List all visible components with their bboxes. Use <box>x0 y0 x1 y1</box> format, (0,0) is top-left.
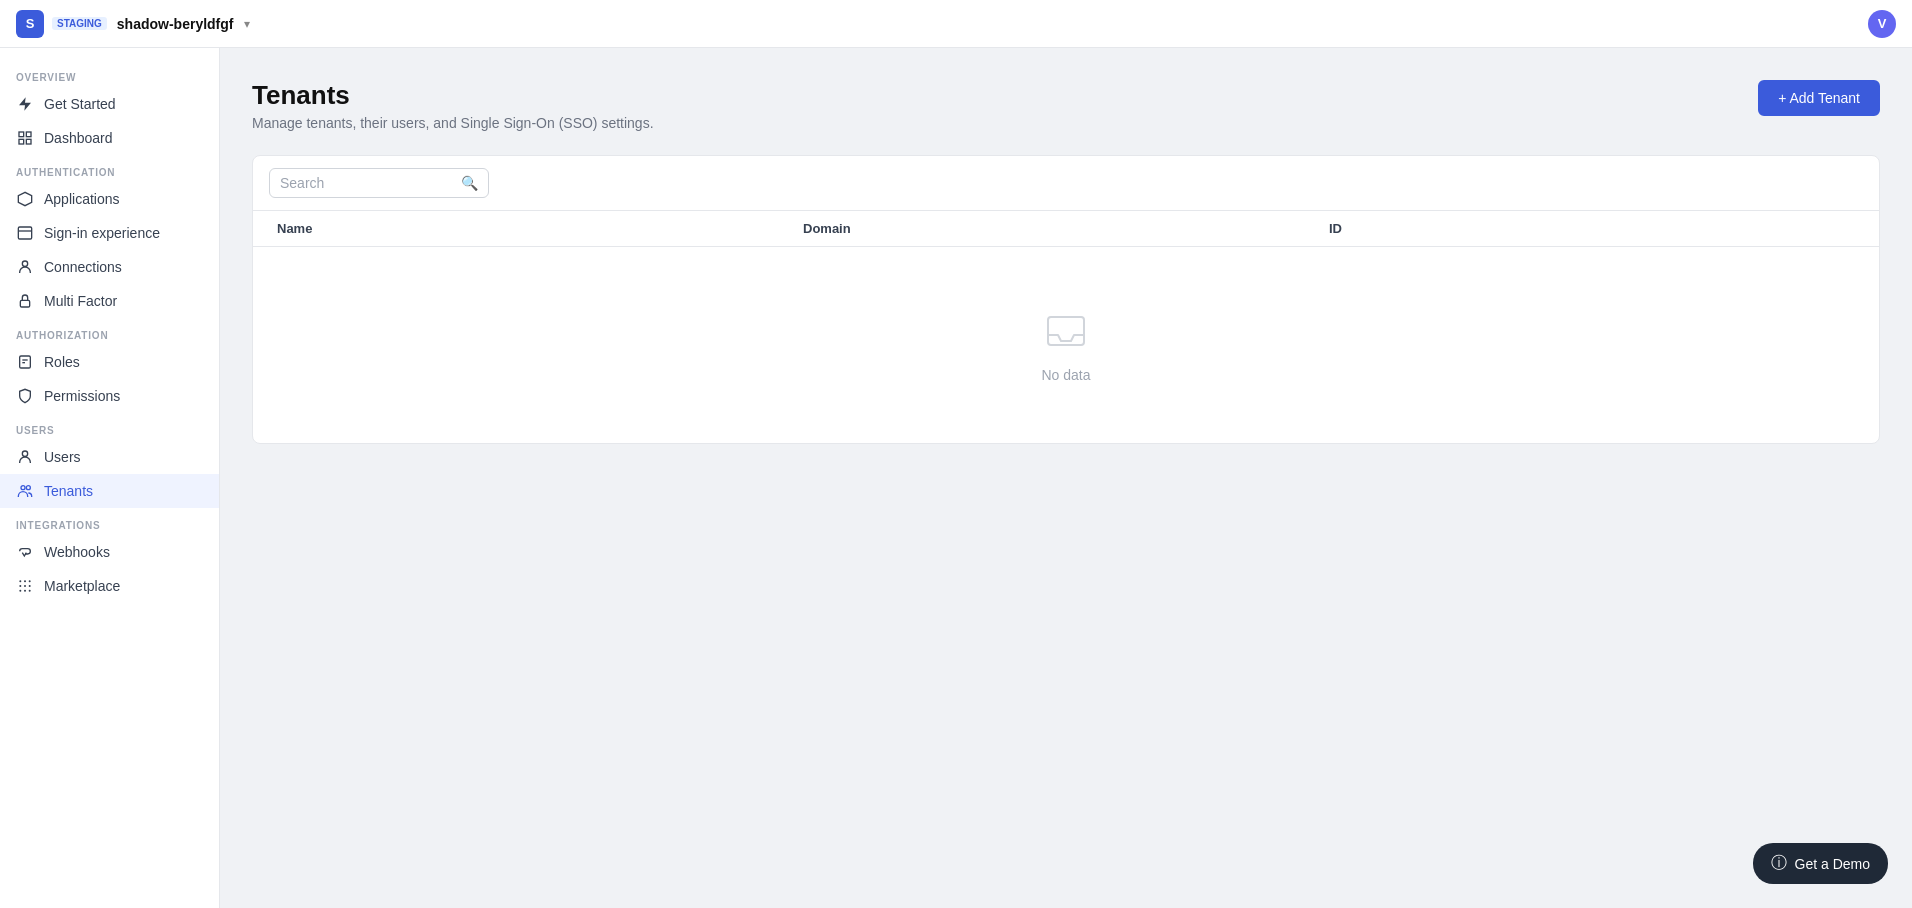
lightning-icon <box>16 95 34 113</box>
grid-icon <box>16 129 34 147</box>
topbar: S STAGING shadow-beryldfgf ▾ V <box>0 0 1912 48</box>
sidebar-item-connections[interactable]: Connections <box>0 250 219 284</box>
svg-rect-2 <box>19 139 24 144</box>
svg-rect-1 <box>26 132 31 137</box>
sidebar-item-multi-factor[interactable]: Multi Factor <box>0 284 219 318</box>
svg-point-17 <box>29 580 31 582</box>
empty-state: No data <box>253 247 1879 443</box>
sidebar-item-label-sign-in-experience: Sign-in experience <box>44 225 160 241</box>
org-name: shadow-beryldfgf <box>117 16 234 32</box>
table-header: Name Domain ID <box>253 211 1879 247</box>
person-icon <box>16 448 34 466</box>
col-id: ID <box>1329 221 1855 236</box>
webhook-icon <box>16 543 34 561</box>
sidebar-item-label-marketplace: Marketplace <box>44 578 120 594</box>
tenants-table-card: 🔍 Name Domain ID No data <box>252 155 1880 444</box>
search-bar: 🔍 <box>253 156 1879 211</box>
sidebar-item-webhooks[interactable]: Webhooks <box>0 535 219 569</box>
org-avatar: S <box>16 10 44 38</box>
sidebar-item-label-multi-factor: Multi Factor <box>44 293 117 309</box>
sidebar-item-roles[interactable]: Roles <box>0 345 219 379</box>
sidebar-section-users: USERS <box>0 413 219 440</box>
col-name: Name <box>277 221 803 236</box>
sidebar-item-label-dashboard: Dashboard <box>44 130 113 146</box>
get-demo-button[interactable]: ⓘ Get a Demo <box>1753 843 1888 884</box>
people-icon <box>16 482 34 500</box>
svg-point-23 <box>29 590 31 592</box>
sidebar-item-get-started[interactable]: Get Started <box>0 87 219 121</box>
svg-point-20 <box>29 585 31 587</box>
topbar-left: S STAGING shadow-beryldfgf ▾ <box>16 10 250 38</box>
col-domain: Domain <box>803 221 1329 236</box>
sidebar-item-applications[interactable]: Applications <box>0 182 219 216</box>
sidebar-item-label-webhooks: Webhooks <box>44 544 110 560</box>
person-icon <box>16 258 34 276</box>
search-input[interactable] <box>280 175 455 191</box>
sidebar-item-marketplace[interactable]: Marketplace <box>0 569 219 603</box>
svg-point-18 <box>19 585 21 587</box>
sidebar-item-label-connections: Connections <box>44 259 122 275</box>
page-title: Tenants <box>252 80 654 111</box>
chevron-down-icon[interactable]: ▾ <box>244 17 250 31</box>
svg-point-21 <box>19 590 21 592</box>
svg-rect-5 <box>18 227 31 239</box>
demo-button-label: Get a Demo <box>1795 856 1870 872</box>
main-content: Tenants Manage tenants, their users, and… <box>220 48 1912 908</box>
svg-point-16 <box>24 580 26 582</box>
empty-text: No data <box>1041 367 1090 383</box>
page-subtitle: Manage tenants, their users, and Single … <box>252 115 654 131</box>
svg-rect-8 <box>20 300 29 307</box>
badge-icon <box>16 353 34 371</box>
svg-rect-3 <box>26 139 31 144</box>
svg-point-19 <box>24 585 26 587</box>
sidebar: OVERVIEW Get Started Dashboard AUTHENTICATI… <box>0 48 220 908</box>
svg-point-22 <box>24 590 26 592</box>
sidebar-item-users[interactable]: Users <box>0 440 219 474</box>
dots-grid-icon <box>16 577 34 595</box>
user-avatar[interactable]: V <box>1868 10 1896 38</box>
sidebar-section-authorization: AUTHORIZATION <box>0 318 219 345</box>
sidebar-item-label-applications: Applications <box>44 191 120 207</box>
svg-point-14 <box>26 486 30 490</box>
search-icon: 🔍 <box>461 175 478 191</box>
sidebar-section-overview: OVERVIEW <box>0 60 219 87</box>
add-tenant-button[interactable]: + Add Tenant <box>1758 80 1880 116</box>
sidebar-item-label-users: Users <box>44 449 81 465</box>
search-input-wrapper: 🔍 <box>269 168 489 198</box>
svg-point-15 <box>19 580 21 582</box>
sidebar-item-label-roles: Roles <box>44 354 80 370</box>
svg-point-12 <box>22 451 27 456</box>
browser-icon <box>16 224 34 242</box>
sidebar-item-label-get-started: Get Started <box>44 96 116 112</box>
sidebar-item-dashboard[interactable]: Dashboard <box>0 121 219 155</box>
svg-rect-0 <box>19 132 24 137</box>
staging-badge: STAGING <box>52 17 107 30</box>
svg-point-7 <box>22 261 27 266</box>
sidebar-item-sign-in-experience[interactable]: Sign-in experience <box>0 216 219 250</box>
sidebar-section-authentication: AUTHENTICATION <box>0 155 219 182</box>
sidebar-item-tenants[interactable]: Tenants <box>0 474 219 508</box>
demo-circle-icon: ⓘ <box>1771 853 1787 874</box>
sidebar-item-label-tenants: Tenants <box>44 483 93 499</box>
apps-icon <box>16 190 34 208</box>
sidebar-section-integrations: INTEGRATIONS <box>0 508 219 535</box>
lock-icon <box>16 292 34 310</box>
page-header: Tenants Manage tenants, their users, and… <box>252 80 1880 131</box>
svg-marker-4 <box>18 192 31 205</box>
empty-inbox-icon <box>1042 307 1090 355</box>
svg-point-13 <box>21 486 25 490</box>
sidebar-item-label-permissions: Permissions <box>44 388 120 404</box>
page-header-text: Tenants Manage tenants, their users, and… <box>252 80 654 131</box>
shield-icon <box>16 387 34 405</box>
sidebar-item-permissions[interactable]: Permissions <box>0 379 219 413</box>
